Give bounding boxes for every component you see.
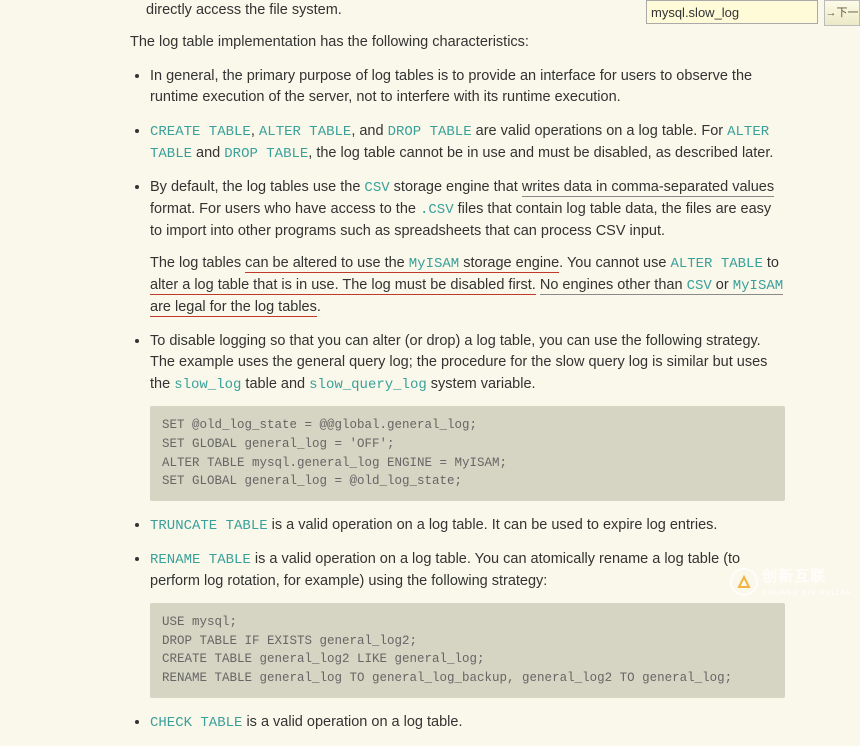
code-myisam-2: MyISAM	[733, 278, 783, 294]
code-block-rename: USE mysql; DROP TABLE IF EXISTS general_…	[150, 603, 785, 698]
code-create-table: CREATE TABLE	[150, 124, 251, 140]
bullet-purpose-text: In general, the primary purpose of log t…	[150, 68, 752, 106]
bullet-disable-logging: To disable logging so that you can alter…	[150, 331, 785, 502]
doc-content: directly access the file system. The log…	[130, 0, 785, 746]
code-slow-query-log: slow_query_log	[309, 377, 427, 393]
code-truncate-table: TRUNCATE TABLE	[150, 518, 268, 534]
code-slow-log: slow_log	[174, 377, 241, 393]
bullet-rename: RENAME TABLE is a valid operation on a l…	[150, 549, 785, 698]
logo-text-big: 创新互联	[762, 568, 826, 585]
code-drop-table: DROP TABLE	[388, 124, 472, 140]
bullet-check: CHECK TABLE is a valid operation on a lo…	[150, 712, 785, 734]
code-check-table: CHECK TABLE	[150, 715, 242, 731]
underline-no-engines: No engines other than CSV or MyISAM	[540, 277, 783, 295]
underline-disabled-first: alter a log table that is in use. The lo…	[150, 277, 536, 295]
code-myisam: MyISAM	[409, 256, 459, 272]
code-alter-table: ALTER TABLE	[259, 124, 351, 140]
bullet-purpose: In general, the primary purpose of log t…	[150, 66, 785, 110]
code-block-disable: SET @old_log_state = @@global.general_lo…	[150, 406, 785, 501]
underline-legal: are legal for the log tables	[150, 299, 317, 317]
next-button[interactable]: →下一	[824, 0, 860, 26]
code-drop-table-2: DROP TABLE	[224, 146, 308, 162]
top-search-bar: →下一	[646, 0, 860, 26]
next-button-label: →下一	[826, 5, 859, 22]
search-input[interactable]	[646, 0, 818, 24]
logo-text-small: CHUANG XIN HULIAN	[762, 589, 852, 600]
code-csv-2: CSV	[687, 278, 712, 294]
bullet-valid-ops: CREATE TABLE, ALTER TABLE, and DROP TABL…	[150, 121, 785, 165]
code-alter-table-3: ALTER TABLE	[670, 256, 762, 272]
characteristics-list: In general, the primary purpose of log t…	[130, 66, 785, 734]
underline-writes-csv: writes data in comma-separated values	[522, 179, 774, 197]
bullet-truncate: TRUNCATE TABLE is a valid operation on a…	[150, 515, 785, 537]
code-csv-ext: .CSV	[420, 202, 454, 218]
code-rename-table: RENAME TABLE	[150, 552, 251, 568]
code-csv: CSV	[364, 180, 389, 196]
bullet-csv-engine: By default, the log tables use the CSV s…	[150, 177, 785, 319]
underline-altered-myisam: can be altered to use the MyISAM storage…	[245, 255, 559, 273]
watermark-logo: 创新互联 CHUANG XIN HULIAN	[730, 566, 852, 599]
intro-paragraph: The log table implementation has the fol…	[130, 32, 785, 54]
logo-icon	[730, 568, 758, 596]
